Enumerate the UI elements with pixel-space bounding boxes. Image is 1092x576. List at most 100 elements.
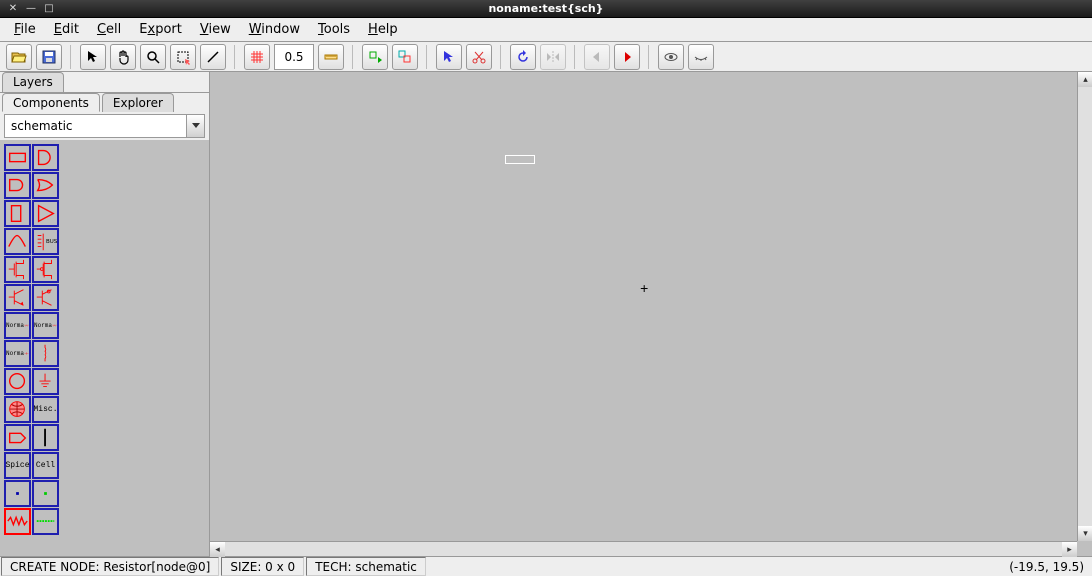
palette-buffer[interactable]: [32, 144, 59, 171]
rotate-button[interactable]: [510, 44, 536, 70]
close-icon[interactable]: ✕: [8, 4, 18, 14]
horizontal-scrollbar[interactable]: ◂ ▸: [210, 541, 1077, 556]
area-button[interactable]: [170, 44, 196, 70]
vertical-scrollbar[interactable]: ▴ ▾: [1077, 72, 1092, 541]
cut-button[interactable]: [466, 44, 492, 70]
palette-resistor2[interactable]: Norma: [32, 312, 59, 339]
palette-global[interactable]: [4, 396, 31, 423]
left-panel: Layers Components Explorer schematic: [0, 72, 210, 556]
canvas-area: + ▴ ▾ ◂ ▸: [210, 72, 1092, 556]
palette-box[interactable]: [4, 200, 31, 227]
menu-window[interactable]: Window: [241, 19, 308, 40]
move-button[interactable]: [362, 44, 388, 70]
menu-help[interactable]: Help: [360, 19, 406, 40]
palette-pnp[interactable]: [32, 284, 59, 311]
palette-resistor1[interactable]: Norma: [4, 312, 31, 339]
palette-probe[interactable]: [32, 424, 59, 451]
tab-explorer[interactable]: Explorer: [102, 93, 174, 112]
palette-bus[interactable]: BUS: [32, 228, 59, 255]
menu-cell[interactable]: Cell: [89, 19, 129, 40]
menu-view[interactable]: View: [192, 19, 239, 40]
scroll-h-track[interactable]: [225, 542, 1062, 556]
palette-nmos[interactable]: [4, 256, 31, 283]
maximize-icon[interactable]: □: [44, 4, 54, 14]
select-value: schematic: [5, 119, 186, 133]
floppy-icon: [41, 49, 57, 65]
menu-file[interactable]: File: [6, 19, 44, 40]
rotate-icon: [515, 49, 531, 65]
tab-components[interactable]: Components: [2, 93, 100, 112]
show-button[interactable]: [658, 44, 684, 70]
palette-misc[interactable]: Misc.: [32, 396, 59, 423]
wire-button[interactable]: [200, 44, 226, 70]
palette-inductor[interactable]: [32, 340, 59, 367]
pan-button[interactable]: [110, 44, 136, 70]
palette-resistor-h[interactable]: [4, 508, 31, 535]
selection-box: [505, 155, 535, 164]
hide-button[interactable]: [688, 44, 714, 70]
menubar: File Edit Cell Export View Window Tools …: [0, 18, 1092, 42]
window-title: noname:test{sch}: [488, 2, 603, 15]
magnifier-icon: [145, 49, 161, 65]
arrow-right-icon: [619, 49, 635, 65]
palette-offpage[interactable]: [4, 424, 31, 451]
component-palette: BUS Norma Norma Norma Misc.: [0, 140, 209, 556]
select-button[interactable]: [436, 44, 462, 70]
hand-icon: [115, 49, 131, 65]
menu-edit[interactable]: Edit: [46, 19, 87, 40]
palette-spice[interactable]: Spice: [4, 452, 31, 479]
palette-ground[interactable]: [32, 368, 59, 395]
schematic-canvas[interactable]: +: [210, 72, 1092, 556]
grid-button[interactable]: [244, 44, 270, 70]
scroll-right-button[interactable]: ▸: [1062, 542, 1077, 557]
duplicate-icon: [397, 49, 413, 65]
ruler-icon: [323, 49, 339, 65]
dropdown-button[interactable]: [186, 115, 204, 137]
mirror-button[interactable]: [540, 44, 566, 70]
arrow-left-icon: [589, 49, 605, 65]
component-category-select[interactable]: schematic: [4, 114, 205, 138]
palette-pin[interactable]: [4, 144, 31, 171]
menu-tools[interactable]: Tools: [310, 19, 358, 40]
svg-text:BUS: BUS: [46, 239, 57, 245]
palette-source[interactable]: [4, 368, 31, 395]
scroll-up-button[interactable]: ▴: [1078, 72, 1092, 87]
back-button[interactable]: [584, 44, 610, 70]
palette-amplifier[interactable]: [32, 200, 59, 227]
palette-capacitor[interactable]: Norma: [4, 340, 31, 367]
palette-cell[interactable]: Cell: [32, 452, 59, 479]
palette-pmos[interactable]: [32, 256, 59, 283]
mirror-icon: [545, 49, 561, 65]
titlebar: ✕ — □ noname:test{sch}: [0, 0, 1092, 18]
status-coords: (-19.5, 19.5): [1001, 560, 1092, 574]
scissors-icon: [471, 49, 487, 65]
palette-node-green[interactable]: [32, 480, 59, 507]
palette-npn[interactable]: [4, 284, 31, 311]
save-button[interactable]: [36, 44, 62, 70]
scroll-v-track[interactable]: [1078, 87, 1092, 526]
measure-button[interactable]: [318, 44, 344, 70]
main-area: Layers Components Explorer schematic: [0, 72, 1092, 556]
tab-layers[interactable]: Layers: [2, 72, 64, 92]
eye-open-icon: [663, 49, 679, 65]
pointer-button[interactable]: [80, 44, 106, 70]
move-icon: [367, 49, 383, 65]
grid-icon: [249, 49, 265, 65]
menu-export[interactable]: Export: [131, 19, 190, 40]
grid-size-input[interactable]: 0.5: [274, 44, 314, 70]
open-button[interactable]: [6, 44, 32, 70]
forward-button[interactable]: [614, 44, 640, 70]
copy-button[interactable]: [392, 44, 418, 70]
scroll-left-button[interactable]: ◂: [210, 542, 225, 557]
status-tech: TECH: schematic: [306, 557, 426, 576]
statusbar: CREATE NODE: Resistor[node@0] SIZE: 0 x …: [0, 556, 1092, 576]
eye-closed-icon: [693, 49, 709, 65]
palette-wire[interactable]: [4, 228, 31, 255]
palette-or-gate[interactable]: [32, 172, 59, 199]
scroll-down-button[interactable]: ▾: [1078, 526, 1092, 541]
palette-and-gate[interactable]: [4, 172, 31, 199]
minimize-icon[interactable]: —: [26, 4, 36, 14]
zoom-button[interactable]: [140, 44, 166, 70]
palette-net[interactable]: [32, 508, 59, 535]
palette-node-blue[interactable]: [4, 480, 31, 507]
